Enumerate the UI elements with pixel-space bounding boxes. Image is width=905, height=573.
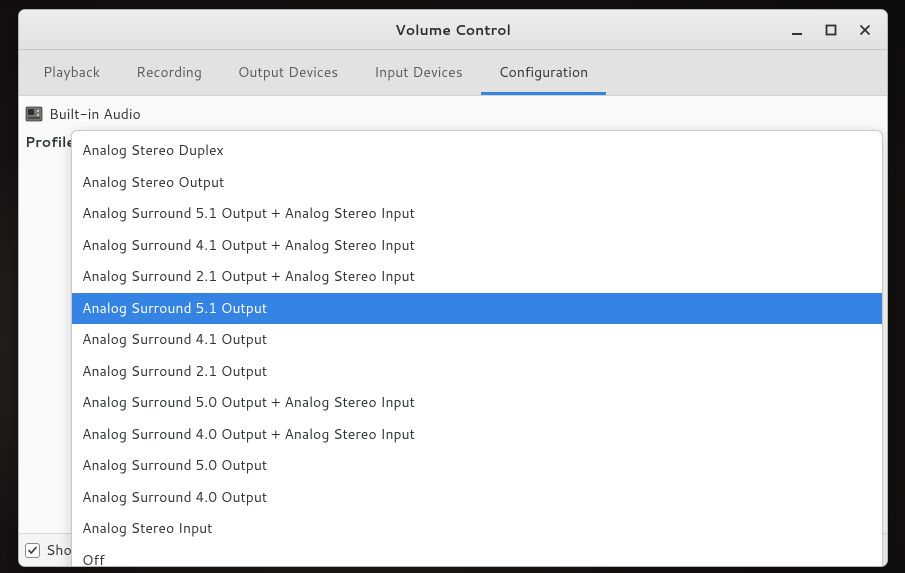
tabbar: Playback Recording Output Devices Input …	[19, 50, 887, 96]
show-volume-meters-checkbox[interactable]	[25, 543, 40, 558]
profile-option[interactable]: Analog Stereo Output	[72, 167, 882, 199]
titlebar: Volume Control	[19, 10, 887, 50]
tab-input-devices[interactable]: Input Devices	[356, 50, 480, 95]
tab-playback[interactable]: Playback	[25, 50, 118, 95]
profile-option[interactable]: Analog Surround 5.1 Output	[72, 293, 882, 325]
profile-option[interactable]: Analog Surround 4.0 Output	[72, 482, 882, 514]
tab-output-devices[interactable]: Output Devices	[220, 50, 356, 95]
minimize-icon	[791, 24, 803, 36]
profile-option[interactable]: Analog Surround 4.0 Output + Analog Ster…	[72, 419, 882, 451]
tab-configuration[interactable]: Configuration	[481, 50, 607, 95]
volume-control-window: Volume Control Playback Recording Output…	[18, 9, 888, 567]
profile-option[interactable]: Analog Surround 4.1 Output + Analog Ster…	[72, 230, 882, 262]
maximize-button[interactable]	[821, 20, 841, 40]
audio-card-icon	[25, 106, 43, 122]
profile-dropdown-list[interactable]: Analog Stereo DuplexAnalog Stereo Output…	[71, 130, 883, 567]
profile-option[interactable]: Analog Surround 2.1 Output	[72, 356, 882, 388]
device-row: Built-in Audio	[19, 96, 887, 128]
check-icon	[27, 545, 38, 556]
profile-option[interactable]: Analog Surround 4.1 Output	[72, 324, 882, 356]
close-icon	[859, 24, 871, 36]
profile-option[interactable]: Analog Surround 5.1 Output + Analog Ster…	[72, 198, 882, 230]
profile-option[interactable]: Analog Stereo Duplex	[72, 135, 882, 167]
profile-option[interactable]: Analog Surround 5.0 Output + Analog Ster…	[72, 387, 882, 419]
maximize-icon	[825, 24, 837, 36]
window-controls	[787, 20, 887, 40]
close-button[interactable]	[855, 20, 875, 40]
content-area: Built-in Audio Profile: Analog Stereo Du…	[19, 96, 887, 533]
desktop-background: Volume Control Playback Recording Output…	[0, 0, 905, 573]
minimize-button[interactable]	[787, 20, 807, 40]
device-name: Built-in Audio	[49, 104, 141, 124]
profile-option[interactable]: Analog Surround 5.0 Output	[72, 450, 882, 482]
window-title: Volume Control	[19, 20, 887, 40]
profile-option[interactable]: Off	[72, 545, 882, 568]
tab-recording[interactable]: Recording	[118, 50, 220, 95]
profile-option[interactable]: Analog Stereo Input	[72, 513, 882, 545]
profile-option[interactable]: Analog Surround 2.1 Output + Analog Ster…	[72, 261, 882, 293]
